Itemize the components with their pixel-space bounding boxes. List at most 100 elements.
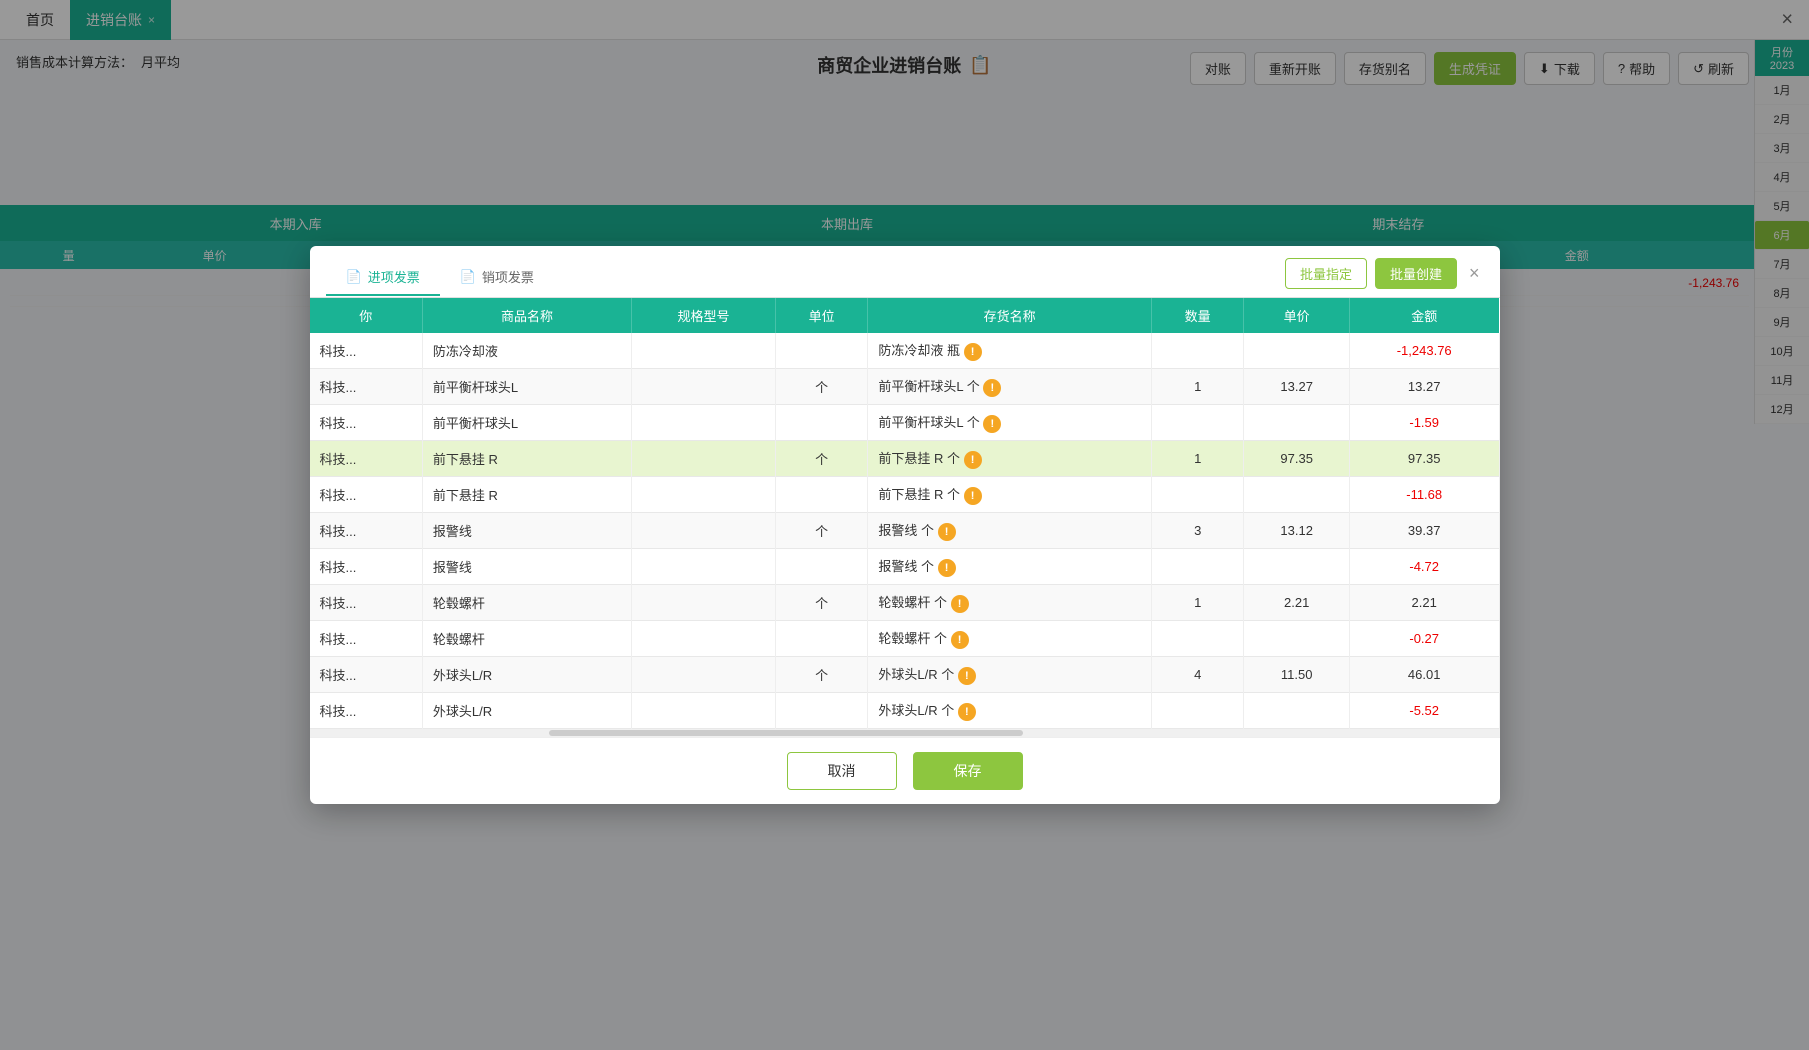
table-cell: 13.27 <box>1244 369 1349 405</box>
table-cell <box>1244 621 1349 657</box>
table-cell: 报警线 个 ! <box>868 549 1152 585</box>
table-cell: -0.27 <box>1349 621 1499 657</box>
table-cell <box>1151 405 1244 441</box>
table-cell: -11.68 <box>1349 477 1499 513</box>
table-cell: 前下悬挂 R 个 ! <box>868 477 1152 513</box>
modal-body: 你 商品名称 规格型号 单位 存货名称 数量 单价 金额 科技...防冻冷却液防… <box>310 298 1500 729</box>
table-row[interactable]: 科技...外球头L/R个外球头L/R 个 !411.5046.01 <box>310 657 1500 693</box>
table-cell <box>632 693 776 729</box>
table-cell <box>1151 477 1244 513</box>
table-cell: 轮毂螺杆 <box>422 621 631 657</box>
table-row[interactable]: 科技...前平衡杆球头L个前平衡杆球头L 个 !113.2713.27 <box>310 369 1500 405</box>
table-cell <box>1244 333 1349 369</box>
table-row[interactable]: 科技...前平衡杆球头L前平衡杆球头L 个 !-1.59 <box>310 405 1500 441</box>
table-cell: 39.37 <box>1349 513 1499 549</box>
modal-close-icon[interactable]: × <box>1465 263 1484 284</box>
table-row[interactable]: 科技...外球头L/R外球头L/R 个 !-5.52 <box>310 693 1500 729</box>
btn-save[interactable]: 保存 <box>913 752 1023 790</box>
table-cell: 3 <box>1151 513 1244 549</box>
table-cell: 11.50 <box>1244 657 1349 693</box>
table-cell <box>632 549 776 585</box>
table-cell: 防冻冷却液 瓶 ! <box>868 333 1152 369</box>
table-cell: 科技... <box>310 405 423 441</box>
table-cell: 轮毂螺杆 <box>422 585 631 621</box>
table-cell: 外球头L/R 个 ! <box>868 693 1152 729</box>
scroll-thumb <box>549 730 1023 736</box>
table-cell <box>632 513 776 549</box>
modal-header: 📄 进项发票 📄 销项发票 批量指定 批量创建 × <box>310 246 1500 298</box>
table-cell: 1 <box>1151 585 1244 621</box>
table-cell <box>632 477 776 513</box>
table-row[interactable]: 科技...报警线报警线 个 !-4.72 <box>310 549 1500 585</box>
table-cell: 1 <box>1151 369 1244 405</box>
modal-tabs: 📄 进项发票 📄 销项发票 <box>326 259 554 296</box>
table-cell: 科技... <box>310 621 423 657</box>
warning-icon: ! <box>938 523 956 541</box>
table-cell: 2.21 <box>1244 585 1349 621</box>
table-cell: 13.27 <box>1349 369 1499 405</box>
btn-batch-assign[interactable]: 批量指定 <box>1285 258 1367 289</box>
table-cell <box>632 657 776 693</box>
table-cell <box>632 585 776 621</box>
warning-icon: ! <box>951 631 969 649</box>
col-header-you: 你 <box>310 298 423 333</box>
table-cell: 个 <box>775 441 868 477</box>
table-cell: 报警线 <box>422 513 631 549</box>
table-cell: 个 <box>775 513 868 549</box>
horizontal-scrollbar[interactable] <box>310 729 1500 737</box>
table-cell <box>632 369 776 405</box>
warning-icon: ! <box>983 415 1001 433</box>
table-cell <box>775 693 868 729</box>
table-cell: 科技... <box>310 513 423 549</box>
table-cell <box>632 441 776 477</box>
purchase-invoice-label: 进项发票 <box>368 267 420 286</box>
btn-cancel[interactable]: 取消 <box>787 752 897 790</box>
table-cell <box>1244 405 1349 441</box>
table-row[interactable]: 科技...前下悬挂 R 前下悬挂 R 个 ! -11.68 <box>310 477 1500 513</box>
table-cell <box>1151 621 1244 657</box>
tab-purchase-invoice[interactable]: 📄 进项发票 <box>326 259 440 296</box>
table-cell <box>775 549 868 585</box>
warning-icon: ! <box>983 379 1001 397</box>
table-row[interactable]: 科技...报警线个报警线 个 !313.1239.37 <box>310 513 1500 549</box>
table-cell: 科技... <box>310 333 423 369</box>
tab-sales-invoice[interactable]: 📄 销项发票 <box>440 259 554 296</box>
table-cell: 前平衡杆球头L <box>422 369 631 405</box>
table-row[interactable]: 科技...轮毂螺杆个轮毂螺杆 个 !12.212.21 <box>310 585 1500 621</box>
table-cell <box>632 405 776 441</box>
warning-icon: ! <box>958 667 976 685</box>
modal-header-actions: 批量指定 批量创建 × <box>1285 258 1484 297</box>
table-cell: 46.01 <box>1349 657 1499 693</box>
table-cell <box>1151 549 1244 585</box>
table-cell: -1,243.76 <box>1349 333 1499 369</box>
table-cell: 13.12 <box>1244 513 1349 549</box>
table-cell: -4.72 <box>1349 549 1499 585</box>
table-cell <box>1244 693 1349 729</box>
table-cell: 防冻冷却液 <box>422 333 631 369</box>
purchase-invoice-icon: 📄 <box>346 269 362 285</box>
table-row[interactable]: 科技...前下悬挂 R个前下悬挂 R 个 !197.3597.35 <box>310 441 1500 477</box>
warning-icon: ! <box>964 487 982 505</box>
table-cell: -5.52 <box>1349 693 1499 729</box>
modal-dialog: 📄 进项发票 📄 销项发票 批量指定 批量创建 × 你 商品名称 规格型号 单位 <box>310 246 1500 804</box>
col-header-quantity: 数量 <box>1151 298 1244 333</box>
table-cell: 前平衡杆球头L 个 ! <box>868 369 1152 405</box>
invoice-table: 你 商品名称 规格型号 单位 存货名称 数量 单价 金额 科技...防冻冷却液防… <box>310 298 1500 729</box>
table-row[interactable]: 科技...防冻冷却液 防冻冷却液 瓶 ! -1,243.76 <box>310 333 1500 369</box>
table-cell: 科技... <box>310 369 423 405</box>
table-cell: 科技... <box>310 477 423 513</box>
table-row[interactable]: 科技...轮毂螺杆轮毂螺杆 个 !-0.27 <box>310 621 1500 657</box>
warning-icon: ! <box>964 343 982 361</box>
table-cell: 前下悬挂 R <box>422 477 631 513</box>
table-cell <box>1244 549 1349 585</box>
col-header-spec: 规格型号 <box>632 298 776 333</box>
table-cell: 前平衡杆球头L <box>422 405 631 441</box>
table-cell: 2.21 <box>1349 585 1499 621</box>
col-header-product-name: 商品名称 <box>422 298 631 333</box>
btn-batch-create[interactable]: 批量创建 <box>1375 258 1457 289</box>
table-cell <box>1151 333 1244 369</box>
table-cell: 97.35 <box>1244 441 1349 477</box>
table-cell <box>1244 477 1349 513</box>
table-cell: 轮毂螺杆 个 ! <box>868 585 1152 621</box>
table-cell <box>632 333 776 369</box>
